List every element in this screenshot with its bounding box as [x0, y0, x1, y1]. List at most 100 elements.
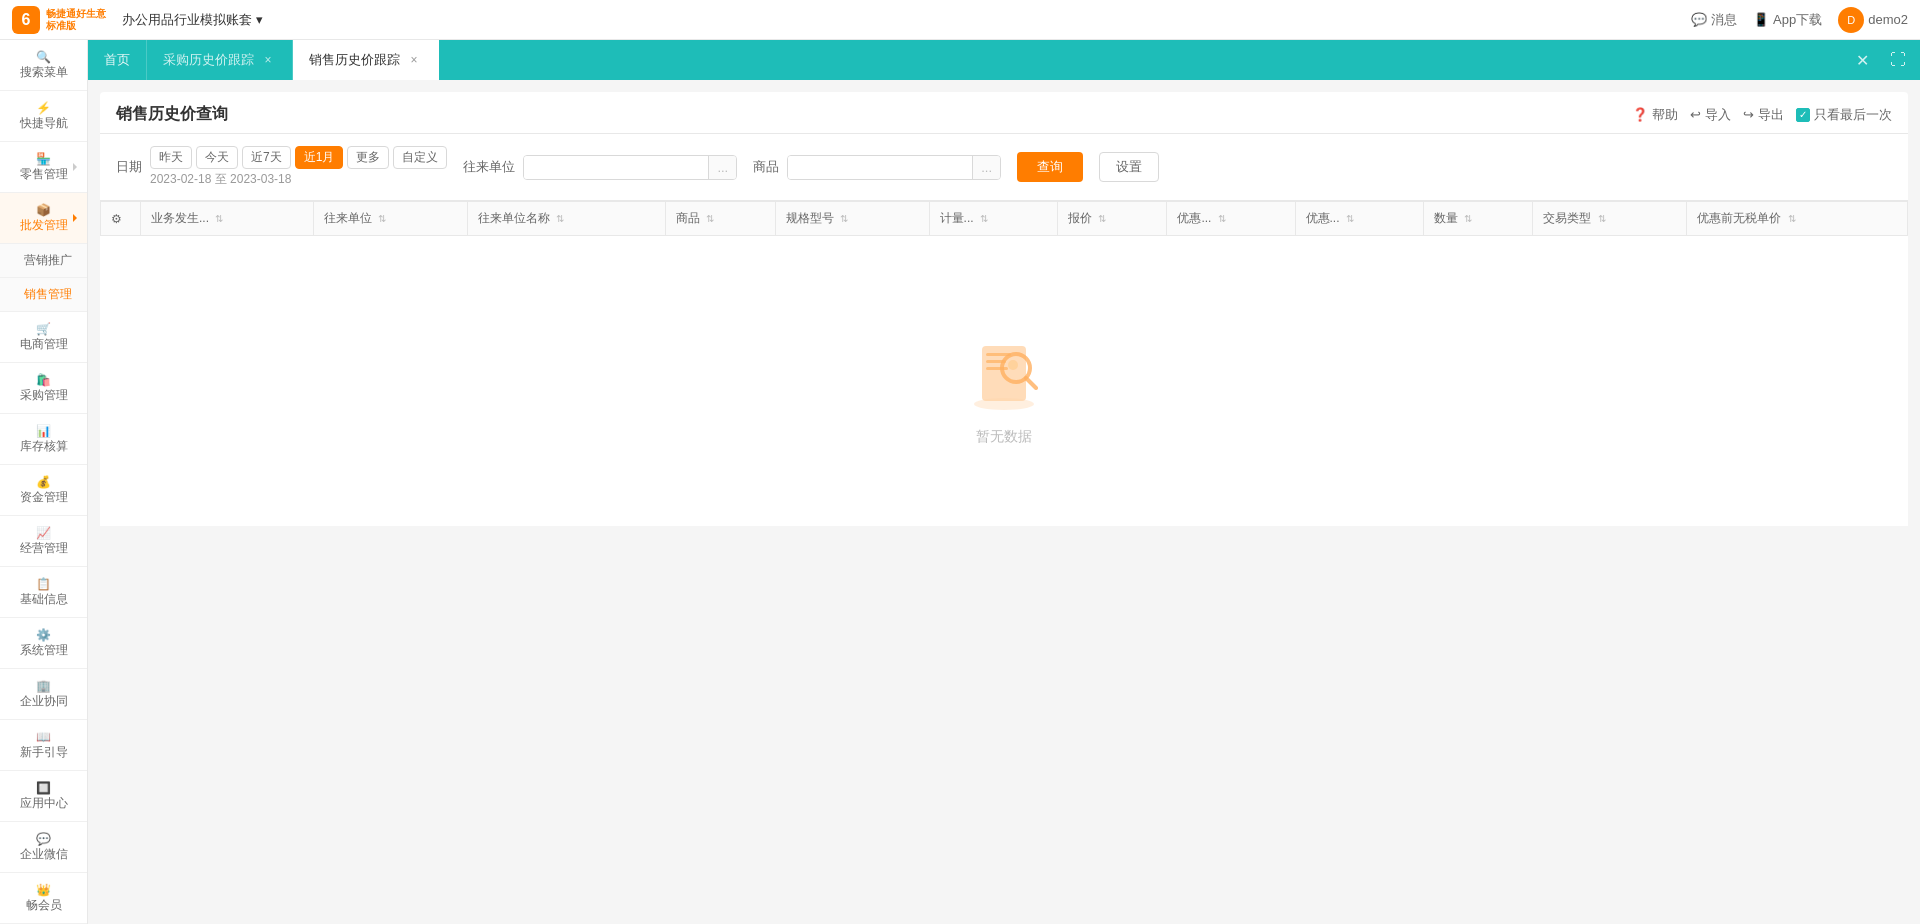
sidebar-item-basic[interactable]: 📋 基础信息	[0, 567, 87, 618]
tab-close-all-action[interactable]: ✕	[1848, 46, 1876, 74]
sidebar: 🔍 搜索菜单 ⚡ 快捷导航 🏪 零售管理 📦 批发管理 营销推广 销售管理 🛒 …	[0, 40, 88, 924]
sidebar-item-ecommerce[interactable]: 🛒 电商管理	[0, 312, 87, 363]
sidebar-item-retail[interactable]: 🏪 零售管理	[0, 142, 87, 193]
export-label: 导出	[1758, 106, 1784, 124]
tab-purchase-close-icon[interactable]: ×	[260, 52, 276, 68]
wholesale-icon: 📦	[36, 203, 51, 217]
help-icon: ❓	[1632, 107, 1648, 122]
tab-purchase-history[interactable]: 采购历史价跟踪 ×	[147, 40, 293, 80]
empty-state: 暂无数据	[100, 236, 1908, 526]
date-filter-group: 日期 昨天 今天 近7天 近1月 更多 自定义 2023-02-18 至 202…	[116, 146, 447, 188]
top-bar-left: 6 畅捷通好生意 标准版 办公用品行业模拟账套 ▾	[12, 6, 271, 34]
message-label: 消息	[1711, 11, 1737, 29]
message-action[interactable]: 💬 消息	[1691, 11, 1737, 29]
column-discount1[interactable]: 优惠... ⇅	[1167, 202, 1295, 236]
column-biz-date[interactable]: 业务发生... ⇅	[141, 202, 314, 236]
sidebar-item-inventory[interactable]: 📊 库存核算	[0, 414, 87, 465]
partner-filter-group: 往来单位 ...	[463, 155, 737, 180]
query-button[interactable]: 查询	[1017, 152, 1083, 182]
tab-home[interactable]: 首页	[88, 40, 147, 80]
date-btn-more[interactable]: 更多	[347, 146, 389, 169]
sidebar-item-label-enterprise: 企业协同	[20, 693, 68, 710]
column-qty[interactable]: 数量 ⇅	[1423, 202, 1533, 236]
purchase-icon: 🛍️	[36, 373, 51, 387]
column-discount2[interactable]: 优惠... ⇅	[1295, 202, 1423, 236]
sidebar-item-member[interactable]: 👑 畅会员	[0, 873, 87, 924]
column-price[interactable]: 报价 ⇅	[1057, 202, 1167, 236]
sidebar-item-finance[interactable]: 💰 资金管理	[0, 465, 87, 516]
settings-button[interactable]: 设置	[1099, 152, 1159, 182]
only-last-checkbox[interactable]: ✓ 只看最后一次	[1796, 106, 1892, 124]
product-input[interactable]	[788, 156, 972, 179]
date-btn-yesterday[interactable]: 昨天	[150, 146, 192, 169]
sidebar-item-apps[interactable]: 🔲 应用中心	[0, 771, 87, 822]
sidebar-sub-item-marketing[interactable]: 营销推广	[0, 244, 87, 278]
sidebar-item-wholesale[interactable]: 📦 批发管理	[0, 193, 87, 244]
sort-icon-discount2: ⇅	[1346, 213, 1354, 224]
column-partner-name[interactable]: 往来单位名称 ⇅	[467, 202, 665, 236]
sort-icon-biz-date: ⇅	[215, 213, 223, 224]
tab-home-label: 首页	[104, 51, 130, 69]
operations-icon: 📈	[36, 526, 51, 540]
help-btn[interactable]: ❓ 帮助	[1632, 106, 1678, 124]
sidebar-item-search[interactable]: 🔍 搜索菜单	[0, 40, 87, 91]
import-btn[interactable]: ↩ 导入	[1690, 106, 1731, 124]
column-unit[interactable]: 计量... ⇅	[929, 202, 1057, 236]
main-layout: 🔍 搜索菜单 ⚡ 快捷导航 🏪 零售管理 📦 批发管理 营销推广 销售管理 🛒 …	[0, 40, 1920, 924]
sidebar-item-label-guide: 新手引导	[20, 744, 68, 761]
tab-maximize-action[interactable]: ⛶	[1884, 46, 1912, 74]
enterprise-icon: 🏢	[36, 679, 51, 693]
tab-sales-history[interactable]: 销售历史价跟踪 ×	[293, 40, 439, 80]
sidebar-item-label-apps: 应用中心	[20, 795, 68, 812]
filter-row: 日期 昨天 今天 近7天 近1月 更多 自定义 2023-02-18 至 202…	[116, 146, 1892, 188]
sidebar-item-guide[interactable]: 📖 新手引导	[0, 720, 87, 771]
finance-icon: 💰	[36, 475, 51, 489]
guide-icon: 📖	[36, 730, 51, 744]
logo-area: 6 畅捷通好生意 标准版	[12, 6, 106, 34]
column-trade-type[interactable]: 交易类型 ⇅	[1533, 202, 1687, 236]
export-btn[interactable]: ↪ 导出	[1743, 106, 1784, 124]
download-label: App下载	[1773, 11, 1822, 29]
column-gear[interactable]: ⚙	[101, 202, 141, 236]
page-content: 销售历史价查询 ❓ 帮助 ↩ 导入 ↪ 导出 ✓	[88, 80, 1920, 924]
sidebar-item-system[interactable]: ⚙️ 系统管理	[0, 618, 87, 669]
partner-input[interactable]	[524, 156, 708, 179]
sort-icon-spec: ⇅	[840, 213, 848, 224]
date-range-text: 2023-02-18 至 2023-03-18	[150, 171, 447, 188]
column-product[interactable]: 商品 ⇅	[665, 202, 775, 236]
sidebar-item-label-ecommerce: 电商管理	[20, 336, 68, 353]
sidebar-item-enterprise[interactable]: 🏢 企业协同	[0, 669, 87, 720]
system-icon: ⚙️	[36, 628, 51, 642]
date-btn-7days[interactable]: 近7天	[242, 146, 291, 169]
app-selector[interactable]: 办公用品行业模拟账套 ▾	[114, 7, 271, 33]
column-partner[interactable]: 往来单位 ⇅	[313, 202, 467, 236]
sidebar-item-label-member: 畅会员	[26, 897, 62, 914]
sidebar-item-wechat[interactable]: 💬 企业微信	[0, 822, 87, 873]
tab-bar-right: ✕ ⛶	[1848, 46, 1920, 74]
sidebar-sub-item-sales[interactable]: 销售管理	[0, 278, 87, 312]
product-input-dots[interactable]: ...	[972, 156, 1000, 179]
product-filter-group: 商品 ...	[753, 155, 1001, 180]
tab-purchase-label: 采购历史价跟踪	[163, 51, 254, 69]
app-name-label: 办公用品行业模拟账套	[122, 11, 252, 29]
user-action[interactable]: D demo2	[1838, 7, 1908, 33]
date-btn-custom[interactable]: 自定义	[393, 146, 447, 169]
column-spec[interactable]: 规格型号 ⇅	[775, 202, 929, 236]
sort-icon-product: ⇅	[706, 213, 714, 224]
sidebar-item-operations[interactable]: 📈 经营管理	[0, 516, 87, 567]
sidebar-item-purchase[interactable]: 🛍️ 采购管理	[0, 363, 87, 414]
partner-input-dots[interactable]: ...	[708, 156, 736, 179]
sidebar-item-shortcut[interactable]: ⚡ 快捷导航	[0, 91, 87, 142]
basic-icon: 📋	[36, 577, 51, 591]
tab-sales-close-icon[interactable]: ×	[406, 52, 422, 68]
user-name-label: demo2	[1868, 12, 1908, 27]
date-btn-today[interactable]: 今天	[196, 146, 238, 169]
sidebar-item-label-search: 搜索菜单	[20, 64, 68, 81]
download-action[interactable]: 📱 App下载	[1753, 11, 1822, 29]
inventory-icon: 📊	[36, 424, 51, 438]
sidebar-item-label-purchase: 采购管理	[20, 387, 68, 404]
top-bar-right: 💬 消息 📱 App下载 D demo2	[1691, 7, 1908, 33]
column-tax-free-price[interactable]: 优惠前无税单价 ⇅	[1687, 202, 1908, 236]
date-btn-1month[interactable]: 近1月	[295, 146, 344, 169]
product-input-wrap: ...	[787, 155, 1001, 180]
